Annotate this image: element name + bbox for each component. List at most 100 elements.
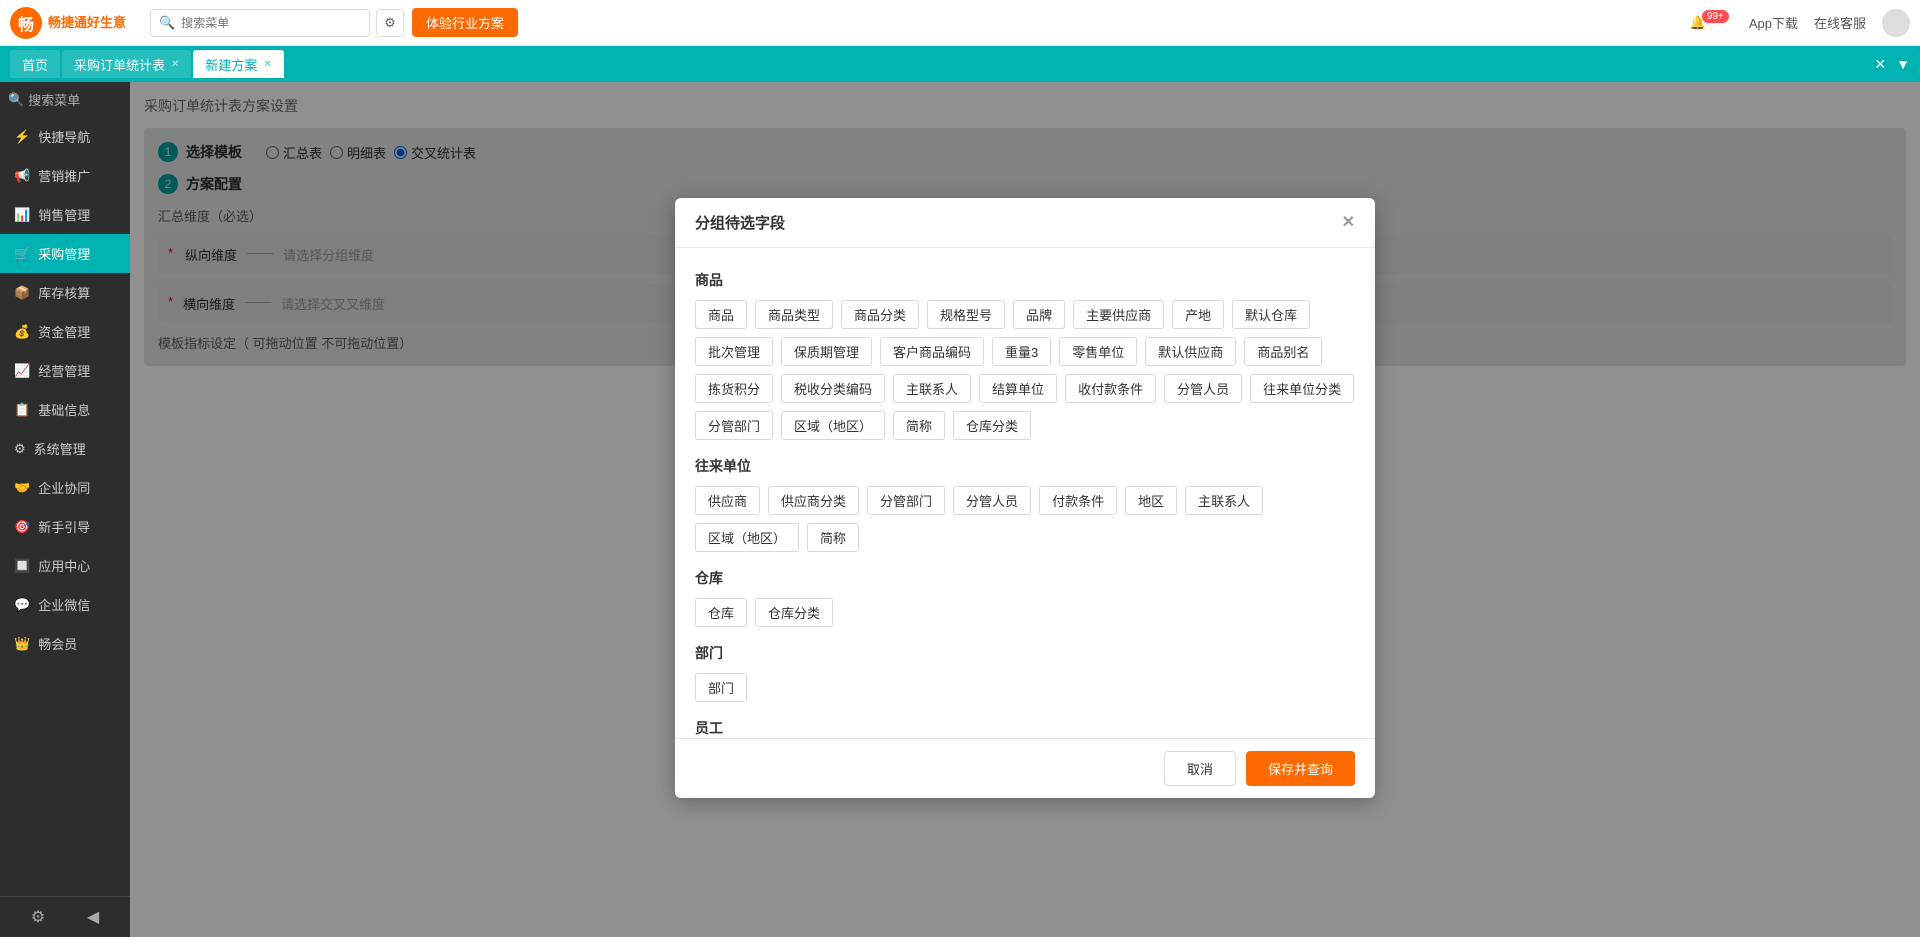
field-tag-manager[interactable]: 分管人员 — [1164, 374, 1242, 403]
tab-bar-menu-btn[interactable]: ▼ — [1896, 56, 1910, 72]
field-tag-party-dept[interactable]: 分管部门 — [867, 486, 945, 515]
field-tag-shelf-life[interactable]: 保质期管理 — [781, 337, 872, 366]
field-tag-party-region[interactable]: 区域（地区） — [695, 523, 799, 552]
sidebar-search-label: 搜索菜单 — [28, 90, 80, 109]
field-tag-payment-terms[interactable]: 收付款条件 — [1065, 374, 1156, 403]
nav-search-box[interactable]: 🔍 — [150, 9, 370, 37]
top-navigation: 畅 畅捷通好生意 🔍 ⚙ 体验行业方案 🔔99+ App下载 在线客服 — [0, 0, 1920, 46]
field-tag-default-supplier[interactable]: 默认供应商 — [1145, 337, 1236, 366]
field-tag-goods[interactable]: 商品 — [695, 300, 747, 329]
confirm-save-button[interactable]: 保存并查询 — [1246, 751, 1355, 786]
field-tag-goods-alias[interactable]: 商品别名 — [1244, 337, 1322, 366]
sidebar-member-icon: 👑 — [14, 636, 30, 652]
notification-bell[interactable]: 🔔99+ — [1690, 15, 1733, 31]
sidebar-bottom: ⚙ ◀ — [0, 896, 130, 937]
field-tag-settlement-unit[interactable]: 结算单位 — [979, 374, 1057, 403]
field-tag-warehouse-category[interactable]: 仓库分类 — [755, 598, 833, 627]
sidebar-marketing-icon: 📢 — [14, 168, 30, 184]
sidebar-item-app-center[interactable]: 🔲 应用中心 — [0, 546, 130, 585]
search-input[interactable] — [181, 16, 361, 30]
sidebar-item-basic-info[interactable]: 📋 基础信息 — [0, 390, 130, 429]
sidebar-item-guide[interactable]: 🎯 新手引导 — [0, 507, 130, 546]
tab-purchase-order[interactable]: 采购订单统计表 ✕ — [62, 50, 191, 78]
field-tag-main-supplier[interactable]: 主要供应商 — [1073, 300, 1164, 329]
cancel-button[interactable]: 取消 — [1164, 751, 1236, 786]
field-tag-party-contact[interactable]: 主联系人 — [1185, 486, 1263, 515]
sidebar-item-inventory[interactable]: 📦 库存核算 — [0, 273, 130, 312]
field-tag-dept[interactable]: 分管部门 — [695, 411, 773, 440]
sidebar-purchase-label: 采购管理 — [38, 244, 90, 263]
tab-purchase-order-label: 采购订单统计表 — [74, 55, 165, 74]
tab-new-plan[interactable]: 新建方案 ✕ — [193, 50, 283, 78]
sidebar-item-quick-nav[interactable]: ⚡ 快捷导航 — [0, 117, 130, 156]
sidebar-quick-nav-icon: ⚡ — [14, 129, 30, 145]
sidebar-collapse-icon[interactable]: ◀ — [87, 907, 99, 927]
content-area: 采购订单统计表方案设置 1 选择模板 汇总表 明细表 交叉统计表 — [130, 82, 1920, 937]
tab-home[interactable]: 首页 — [10, 50, 60, 78]
sidebar-search[interactable]: 🔍 搜索菜单 — [0, 82, 130, 117]
tab-bar-close-btn[interactable]: ✕ — [1874, 56, 1886, 73]
sidebar-item-marketing[interactable]: 📢 营销推广 — [0, 156, 130, 195]
sidebar-member-label: 畅会员 — [38, 634, 77, 653]
field-select-modal: 分组待选字段 ✕ 商品 商品 商品类型 商品分类 规格型号 品牌 主要供应商 产… — [675, 198, 1375, 798]
top-right-area: 🔔99+ App下载 在线客服 — [1690, 9, 1910, 37]
field-tag-party-area[interactable]: 地区 — [1125, 486, 1177, 515]
sidebar-inventory-icon: 📦 — [14, 285, 30, 301]
field-tag-abbr[interactable]: 简称 — [893, 411, 945, 440]
field-tag-pick-score[interactable]: 拣货积分 — [695, 374, 773, 403]
field-tag-party-category[interactable]: 往来单位分类 — [1250, 374, 1354, 403]
section-dept-heading: 部门 — [695, 643, 1355, 663]
field-tag-goods-category[interactable]: 商品分类 — [841, 300, 919, 329]
field-tag-brand[interactable]: 品牌 — [1013, 300, 1065, 329]
field-tag-tax-code[interactable]: 税收分类编码 — [781, 374, 885, 403]
tab-new-plan-close[interactable]: ✕ — [263, 59, 271, 70]
trial-btn[interactable]: 体验行业方案 — [412, 8, 518, 37]
field-tag-weight[interactable]: 重量3 — [992, 337, 1051, 366]
field-tag-origin[interactable]: 产地 — [1172, 300, 1224, 329]
field-tag-goods-type[interactable]: 商品类型 — [755, 300, 833, 329]
app-download-link[interactable]: App下载 — [1749, 13, 1798, 32]
sidebar-inventory-label: 库存核算 — [38, 283, 90, 302]
sidebar-search-icon: 🔍 — [8, 92, 24, 108]
field-tag-default-warehouse[interactable]: 默认仓库 — [1232, 300, 1310, 329]
sidebar-app-center-icon: 🔲 — [14, 558, 30, 574]
sidebar-business-label: 经营管理 — [38, 361, 90, 380]
modal-header: 分组待选字段 ✕ — [675, 198, 1375, 248]
sidebar-settings-icon[interactable]: ⚙ — [31, 907, 45, 927]
modal-footer: 取消 保存并查询 — [675, 738, 1375, 798]
modal-close-button[interactable]: ✕ — [1342, 212, 1355, 232]
sidebar-item-collab[interactable]: 🤝 企业协同 — [0, 468, 130, 507]
tab-purchase-order-close[interactable]: ✕ — [171, 59, 179, 70]
sidebar-item-sales[interactable]: 📊 销售管理 — [0, 195, 130, 234]
sidebar-finance-label: 资金管理 — [38, 322, 90, 341]
modal-body: 商品 商品 商品类型 商品分类 规格型号 品牌 主要供应商 产地 默认仓库 批次… — [675, 248, 1375, 738]
sidebar-quick-nav-label: 快捷导航 — [38, 127, 90, 146]
sidebar-item-member[interactable]: 👑 畅会员 — [0, 624, 130, 663]
sidebar-item-system[interactable]: ⚙ 系统管理 — [0, 429, 130, 468]
field-tag-party-manager[interactable]: 分管人员 — [953, 486, 1031, 515]
field-tag-department[interactable]: 部门 — [695, 673, 747, 702]
field-tag-supplier-category[interactable]: 供应商分类 — [768, 486, 859, 515]
user-avatar[interactable] — [1882, 9, 1910, 37]
field-tag-party-payment[interactable]: 付款条件 — [1039, 486, 1117, 515]
sidebar-item-finance[interactable]: 💰 资金管理 — [0, 312, 130, 351]
search-icon: 🔍 — [159, 15, 175, 31]
field-tag-supplier[interactable]: 供应商 — [695, 486, 760, 515]
field-tag-retail-unit[interactable]: 零售单位 — [1059, 337, 1137, 366]
sidebar-item-purchase[interactable]: 🛒 采购管理 — [0, 234, 130, 273]
field-tag-warehouse-cat[interactable]: 仓库分类 — [953, 411, 1031, 440]
notification-badge: 99+ — [1702, 10, 1729, 23]
logo-area: 畅 畅捷通好生意 — [10, 7, 140, 39]
field-tag-main-contact[interactable]: 主联系人 — [893, 374, 971, 403]
field-tag-customer-code[interactable]: 客户商品编码 — [880, 337, 984, 366]
field-tag-region[interactable]: 区域（地区） — [781, 411, 885, 440]
field-tag-batch-management[interactable]: 批次管理 — [695, 337, 773, 366]
section-dept-tags: 部门 — [695, 673, 1355, 702]
field-tag-party-abbr[interactable]: 简称 — [807, 523, 859, 552]
sidebar-item-wechat[interactable]: 💬 企业微信 — [0, 585, 130, 624]
settings-gear-button[interactable]: ⚙ — [376, 9, 404, 37]
field-tag-warehouse[interactable]: 仓库 — [695, 598, 747, 627]
sidebar-item-business[interactable]: 📈 经营管理 — [0, 351, 130, 390]
field-tag-spec-model[interactable]: 规格型号 — [927, 300, 1005, 329]
online-service-link[interactable]: 在线客服 — [1814, 13, 1866, 32]
